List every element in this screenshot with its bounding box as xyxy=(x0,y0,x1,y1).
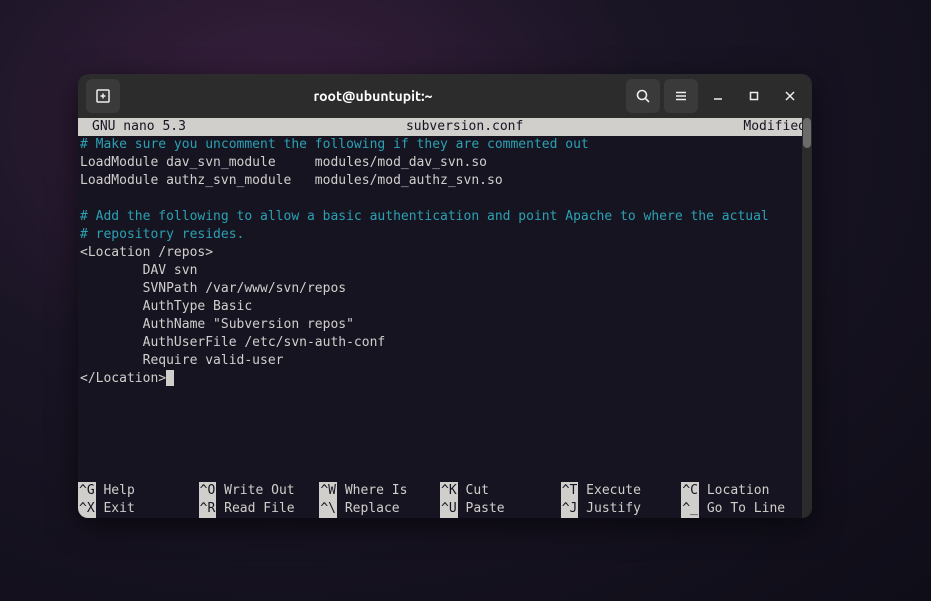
titlebar: root@ubuntupit:~ xyxy=(78,74,812,118)
scrollbar-thumb[interactable] xyxy=(803,118,811,148)
editor-line: SVNPath /var/www/svn/repos xyxy=(80,281,346,296)
nano-version: GNU nano 5.3 xyxy=(80,118,186,136)
minimize-button[interactable] xyxy=(702,80,734,112)
editor-line: AuthType Basic xyxy=(80,299,252,314)
editor-line: LoadModule authz_svn_module modules/mod_… xyxy=(80,173,503,188)
editor-line: </Location> xyxy=(80,371,166,386)
shortcut-help: ^G Help xyxy=(78,482,199,500)
footer-row-1: ^G Help ^O Write Out ^W Where Is ^K Cut … xyxy=(78,482,802,500)
shortcut-cut: ^K Cut xyxy=(440,482,561,500)
menu-button[interactable] xyxy=(664,79,698,113)
shortcut-gotoline: ^_ Go To Line xyxy=(681,500,802,518)
nano-editor-body[interactable]: # Make sure you uncomment the following … xyxy=(78,136,812,388)
close-icon xyxy=(784,90,796,102)
shortcut-paste: ^U Paste xyxy=(440,500,561,518)
editor-line: LoadModule dav_svn_module modules/mod_da… xyxy=(80,155,487,170)
nano-shortcut-footer: ^G Help ^O Write Out ^W Where Is ^K Cut … xyxy=(78,482,802,518)
editor-line: AuthName "Subversion repos" xyxy=(80,317,354,332)
new-tab-icon xyxy=(95,88,111,104)
shortcut-justify: ^J Justify xyxy=(561,500,682,518)
editor-line: AuthUserFile /etc/svn-auth-conf xyxy=(80,335,385,350)
minimize-icon xyxy=(712,90,724,102)
shortcut-exit: ^X Exit xyxy=(78,500,199,518)
shortcut-location: ^C Location xyxy=(681,482,802,500)
text-cursor xyxy=(166,370,174,386)
nano-filename: subversion.conf xyxy=(186,118,743,136)
editor-line: <Location /repos> xyxy=(80,245,213,260)
terminal-viewport[interactable]: GNU nano 5.3 subversion.conf Modified # … xyxy=(78,118,812,518)
window-title: root@ubuntupit:~ xyxy=(124,88,622,104)
shortcut-replace: ^\ Replace xyxy=(319,500,440,518)
footer-row-2: ^X Exit ^R Read File ^\ Replace ^U Paste… xyxy=(78,500,802,518)
scrollbar[interactable] xyxy=(802,118,812,518)
editor-line: Require valid-user xyxy=(80,353,284,368)
nano-header-bar: GNU nano 5.3 subversion.conf Modified xyxy=(78,118,812,136)
terminal-window: root@ubuntupit:~ GNU nano 5.3 subversion… xyxy=(78,74,812,518)
shortcut-readfile: ^R Read File xyxy=(199,500,320,518)
editor-line: # Add the following to allow a basic aut… xyxy=(80,209,769,224)
search-button[interactable] xyxy=(626,79,660,113)
maximize-button[interactable] xyxy=(738,80,770,112)
search-icon xyxy=(635,88,651,104)
editor-line: # Make sure you uncomment the following … xyxy=(80,137,589,152)
hamburger-icon xyxy=(673,88,689,104)
shortcut-writeout: ^O Write Out xyxy=(199,482,320,500)
shortcut-execute: ^T Execute xyxy=(561,482,682,500)
shortcut-whereis: ^W Where Is xyxy=(319,482,440,500)
editor-line: # repository resides. xyxy=(80,227,244,242)
close-button[interactable] xyxy=(774,80,806,112)
nano-modified-flag: Modified xyxy=(743,118,810,136)
editor-line: DAV svn xyxy=(80,263,197,278)
maximize-icon xyxy=(748,90,760,102)
new-tab-button[interactable] xyxy=(86,79,120,113)
